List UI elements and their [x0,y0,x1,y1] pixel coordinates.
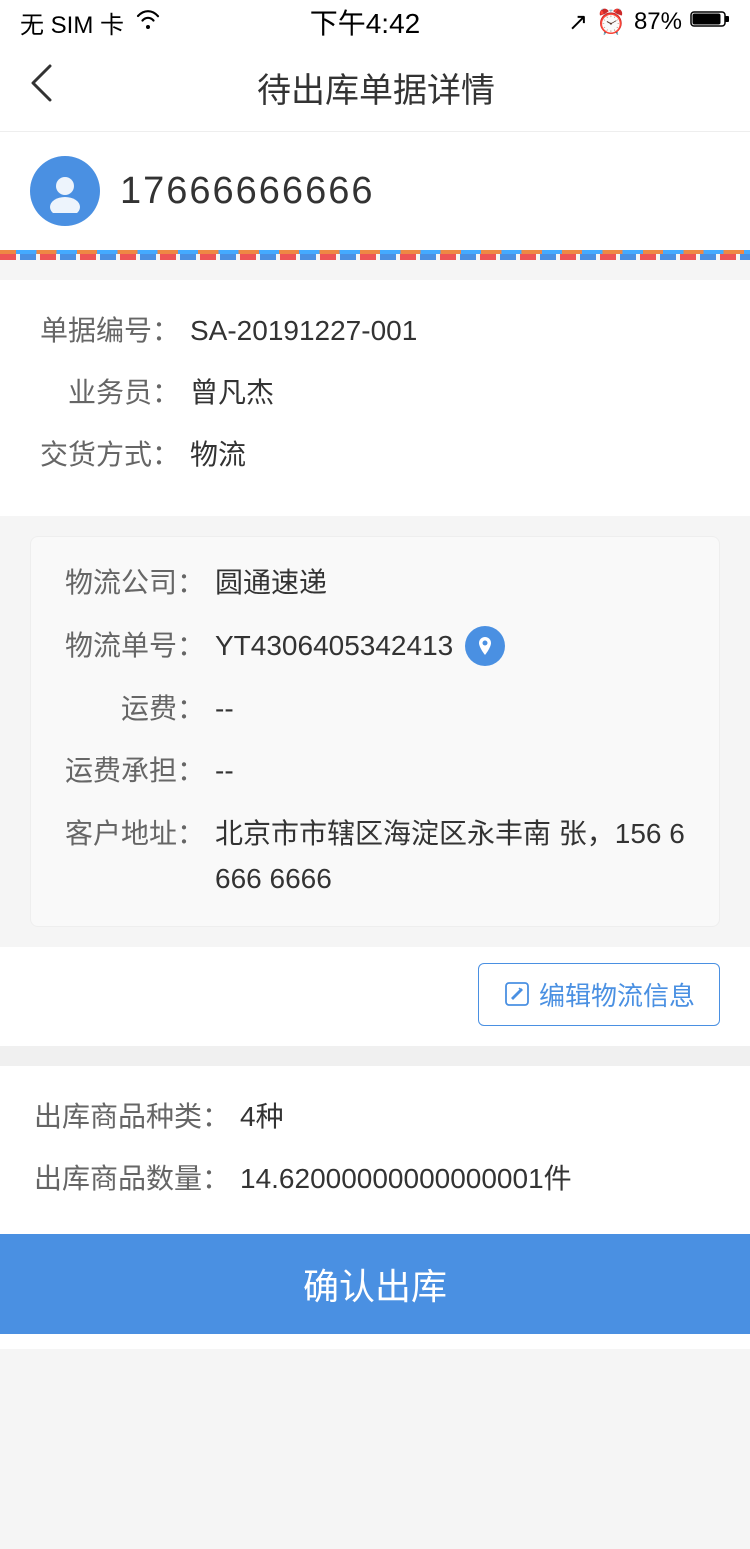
goods-type-label: 出库商品种类： [30,1096,230,1138]
goods-quantity-value: 14.62000000000000001件 [230,1158,720,1200]
salesperson-label: 业务员： [30,372,180,414]
goods-type-value: 4种 [230,1096,720,1138]
wifi-icon [134,8,162,36]
logistics-card: 物流公司： 圆通速递 物流单号： YT4306405342413 运费： -- … [30,536,720,927]
delivery-value: 物流 [180,434,720,476]
delivery-label: 交货方式： [30,434,180,476]
confirm-label: 确认出库 [303,1258,447,1310]
status-left: 无 SIM 卡 [20,5,162,40]
page-title: 待出库单据详情 [72,63,680,112]
freight-label: 运费： [55,687,205,732]
battery-icon [690,8,730,36]
goods-card: 出库商品种类： 4种 出库商品数量： 14.62000000000000001件 [0,1066,750,1240]
logistics-company-row: 物流公司： 圆通速递 [55,561,695,606]
logistics-company-value: 圆通速递 [205,561,695,606]
customer-header: 17666666666 [0,132,750,254]
logistics-company-label: 物流公司： [55,561,205,606]
tracking-label: 物流单号： [55,624,205,669]
doc-number-label: 单据编号： [30,310,180,352]
edit-logistics-section: 编辑物流信息 [0,947,750,1046]
customer-phone: 17666666666 [120,170,374,213]
doc-number-row: 单据编号： SA-20191227-001 [30,310,720,352]
avatar [30,156,100,226]
status-time: 下午4:42 [310,2,421,42]
address-value: 北京市市辖区海淀区永丰南 张，156 6666 6666 [205,812,695,902]
goods-type-row: 出库商品种类： 4种 [30,1096,720,1138]
confirm-button[interactable]: 确认出库 [0,1234,750,1334]
delivery-row: 交货方式： 物流 [30,434,720,476]
location-status-icon: ↗ [568,8,588,37]
section-divider [0,1046,750,1066]
alarm-icon: ⏰ [596,8,626,37]
status-right: ↗ ⏰ 87% [568,8,730,37]
document-info-card: 单据编号： SA-20191227-001 业务员： 曾凡杰 交货方式： 物流 [0,280,750,516]
back-button[interactable] [30,64,52,112]
nav-bar: 待出库单据详情 [0,44,750,132]
freight-value: -- [205,687,695,732]
tracking-location-icon[interactable] [465,626,505,666]
tracking-value: YT4306405342413 [205,624,695,669]
status-bar: 无 SIM 卡 下午4:42 ↗ ⏰ 87% [0,0,750,44]
edit-logistics-label: 编辑物流信息 [539,976,695,1013]
freight-bearer-label: 运费承担： [55,749,205,794]
freight-bearer-value: -- [205,749,695,794]
goods-quantity-label: 出库商品数量： [30,1158,230,1200]
salesperson-value: 曾凡杰 [180,372,720,414]
dashed-separator [0,254,750,260]
address-label: 客户地址： [55,812,205,857]
edit-logistics-button[interactable]: 编辑物流信息 [478,963,720,1026]
salesperson-row: 业务员： 曾凡杰 [30,372,720,414]
freight-row: 运费： -- [55,687,695,732]
carrier-text: 无 SIM 卡 [20,5,124,40]
tracking-row: 物流单号： YT4306405342413 [55,624,695,669]
battery-text: 87% [634,8,682,36]
goods-quantity-row: 出库商品数量： 14.62000000000000001件 [30,1158,720,1200]
bottom-spacer [0,1349,750,1549]
doc-number-value: SA-20191227-001 [180,310,720,352]
address-row: 客户地址： 北京市市辖区海淀区永丰南 张，156 6666 6666 [55,812,695,902]
freight-bearer-row: 运费承担： -- [55,749,695,794]
